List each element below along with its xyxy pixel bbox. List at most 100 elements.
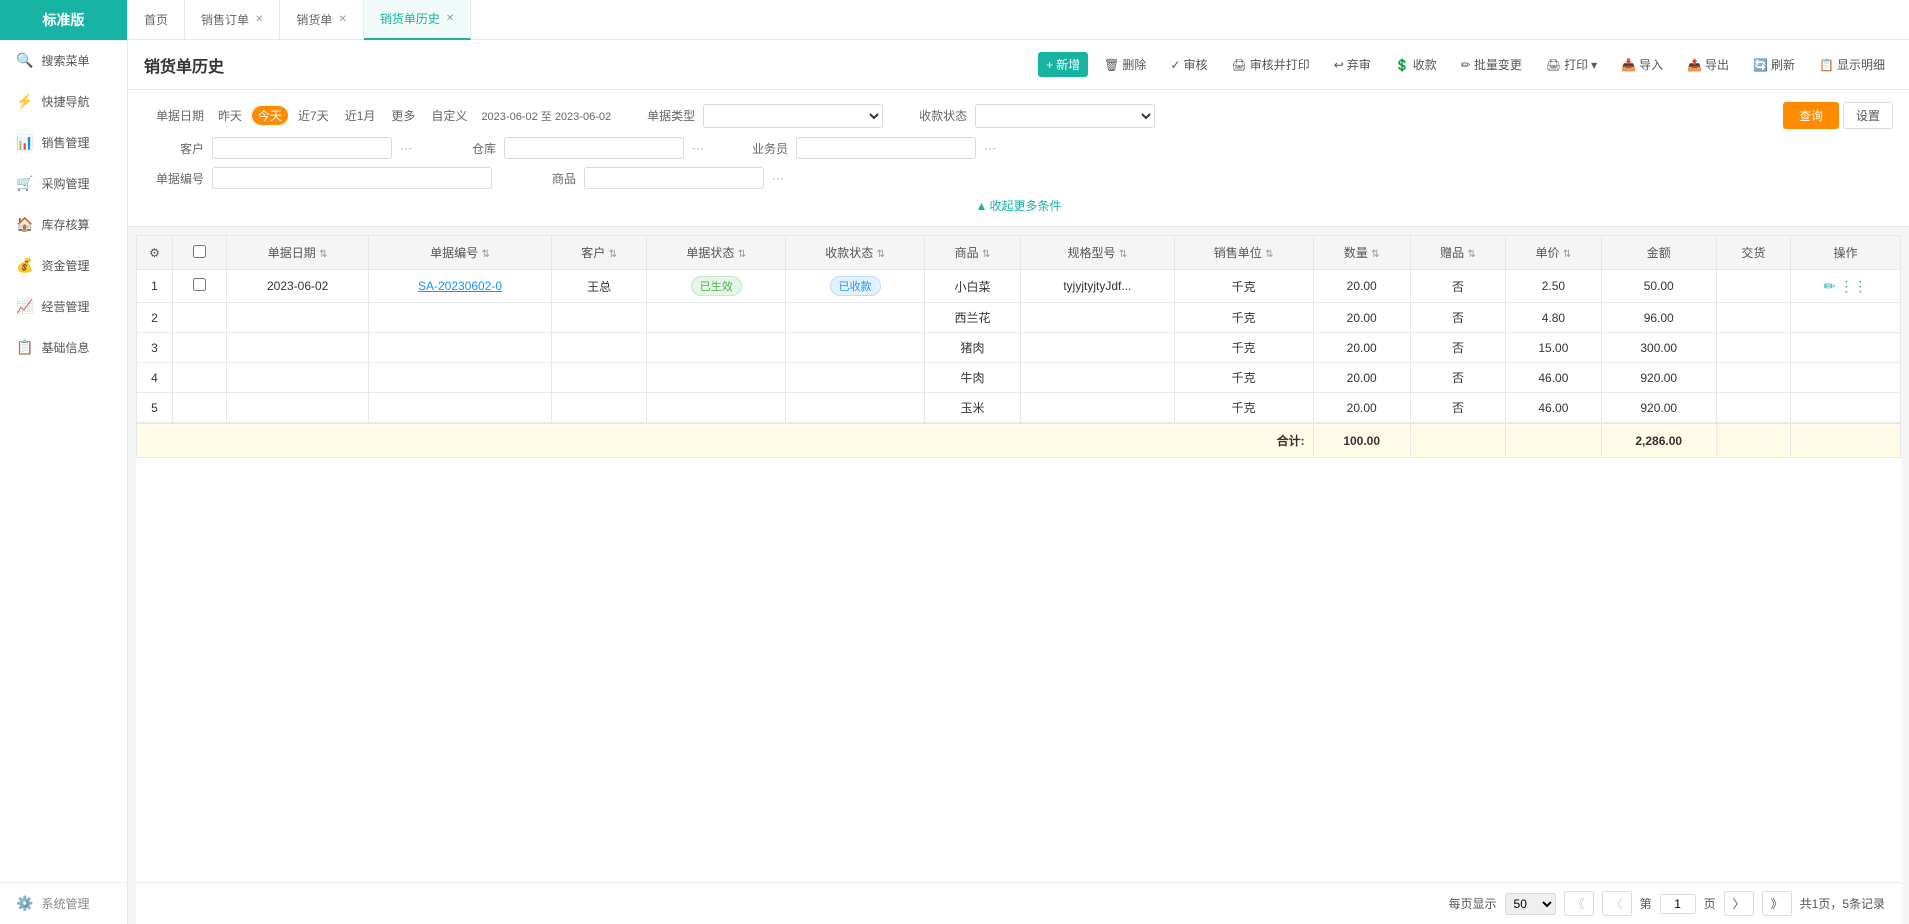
sidebar-item-finance-mgmt[interactable]: 💰 资金管理: [0, 245, 127, 286]
filter-payment-status-select[interactable]: [975, 104, 1155, 128]
row-spec-type-2: [1020, 333, 1174, 363]
filter-warehouse-input[interactable]: [504, 137, 684, 159]
col-doc-no-sort[interactable]: ⇅: [481, 249, 489, 260]
filter-product-input[interactable]: [584, 167, 764, 189]
col-unit-price[interactable]: 单价 ⇅: [1506, 236, 1601, 270]
tab-sales-history[interactable]: 销货单历史 ✕: [364, 0, 471, 40]
col-payment-status[interactable]: 收款状态 ⇅: [786, 236, 925, 270]
col-doc-status[interactable]: 单据状态 ⇅: [647, 236, 786, 270]
sidebar-item-quick-nav[interactable]: ⚡ 快捷导航: [0, 81, 127, 122]
refresh-button[interactable]: 🔄 刷新: [1745, 52, 1803, 77]
batch-change-button[interactable]: ✏ 批量变更: [1453, 52, 1530, 77]
col-doc-date[interactable]: 单据日期 ⇅: [227, 236, 369, 270]
sidebar-item-search-menu[interactable]: 🔍 搜索菜单: [0, 40, 127, 81]
export-button[interactable]: 📤 导出: [1679, 52, 1737, 77]
row-gift-1: 否: [1410, 303, 1505, 333]
col-gift[interactable]: 赠品 ⇅: [1410, 236, 1505, 270]
review-icon: ✓: [1170, 58, 1180, 72]
filter-warehouse-dots[interactable]: ···: [692, 141, 704, 155]
sidebar-item-sales-mgmt[interactable]: 📊 销售管理: [0, 122, 127, 163]
col-quantity[interactable]: 数量 ⇅: [1313, 236, 1410, 270]
col-payment-status-sort[interactable]: ⇅: [877, 249, 885, 260]
more-icon[interactable]: ⋮⋮: [1839, 278, 1867, 295]
filter-salesperson-dots[interactable]: ···: [984, 141, 996, 155]
per-page-select[interactable]: 50 100 200: [1505, 893, 1556, 915]
row-checkbox-2[interactable]: [173, 333, 227, 363]
col-amount[interactable]: 金额: [1601, 236, 1716, 270]
shortcut-yesterday[interactable]: 昨天: [212, 106, 248, 125]
col-sales-unit[interactable]: 销售单位 ⇅: [1174, 236, 1313, 270]
shortcut-more[interactable]: 更多: [385, 106, 421, 125]
tab-home[interactable]: 首页: [128, 0, 185, 40]
filter-doc-no-input[interactable]: [212, 167, 492, 189]
tab-sales-delivery-close[interactable]: ✕: [338, 14, 346, 25]
collect-button[interactable]: 💲 收款: [1387, 52, 1445, 77]
col-unit-price-sort[interactable]: ⇅: [1563, 249, 1571, 260]
filter-doc-type-select[interactable]: [703, 104, 883, 128]
row-doc-no-0[interactable]: SA-20230602-0: [369, 270, 552, 303]
sidebar-item-basic-info[interactable]: 📋 基础信息: [0, 327, 127, 368]
query-button[interactable]: 查询: [1783, 102, 1839, 129]
delete-button[interactable]: 🗑 删除: [1096, 52, 1154, 77]
tab-sales-order[interactable]: 销售订单 ✕: [185, 0, 280, 40]
filter-product-dots[interactable]: ···: [772, 171, 784, 185]
import-button[interactable]: 📥 导入: [1613, 52, 1671, 77]
sidebar-item-sys-mgmt[interactable]: ⚙️ 系统管理: [0, 883, 127, 924]
col-sales-unit-sort[interactable]: ⇅: [1265, 249, 1273, 260]
col-spec-type[interactable]: 规格型号 ⇅: [1020, 236, 1174, 270]
print-button[interactable]: 🖨 打印 ▾: [1538, 52, 1605, 77]
col-product[interactable]: 商品 ⇅: [925, 236, 1021, 270]
add-label: 新增: [1056, 56, 1080, 73]
row-checkbox-3[interactable]: [173, 363, 227, 393]
select-all-checkbox[interactable]: [193, 245, 206, 258]
col-doc-status-sort[interactable]: ⇅: [738, 249, 746, 260]
col-settings[interactable]: ⚙: [137, 236, 173, 270]
edit-icon[interactable]: ✏: [1824, 278, 1836, 295]
tab-sales-delivery[interactable]: 销货单 ✕: [280, 0, 363, 40]
show-detail-button[interactable]: 📋 显示明细: [1811, 52, 1893, 77]
col-doc-no[interactable]: 单据编号 ⇅: [369, 236, 552, 270]
shortcut-today[interactable]: 今天: [252, 106, 288, 125]
filter-salesperson-input[interactable]: [796, 137, 976, 159]
date-shortcuts: 昨天 今天 近7天 近1月 更多 自定义: [212, 106, 473, 125]
sidebar-item-label: 基础信息: [41, 339, 89, 356]
first-page-button[interactable]: 《: [1564, 891, 1594, 916]
sidebar-item-purchase-mgmt[interactable]: 🛒 采购管理: [0, 163, 127, 204]
row-checkbox-1[interactable]: [173, 303, 227, 333]
add-button[interactable]: + 新增: [1038, 52, 1088, 77]
col-quantity-sort[interactable]: ⇅: [1371, 249, 1379, 260]
col-product-sort[interactable]: ⇅: [982, 249, 990, 260]
col-doc-date-sort[interactable]: ⇅: [319, 249, 327, 260]
col-transaction[interactable]: 交货: [1716, 236, 1790, 270]
row-checkbox-0[interactable]: [173, 270, 227, 303]
filter-customer-input[interactable]: [212, 137, 392, 159]
sidebar-item-inventory-calc[interactable]: 🏠 库存核算: [0, 204, 127, 245]
tab-home-label: 首页: [144, 11, 168, 28]
col-checkbox[interactable]: [173, 236, 227, 270]
review-button[interactable]: ✓ 审核: [1162, 52, 1215, 77]
tab-sales-order-close[interactable]: ✕: [255, 14, 263, 25]
col-spec-type-sort[interactable]: ⇅: [1119, 249, 1127, 260]
sidebar-item-operations-mgmt[interactable]: 📈 经营管理: [0, 286, 127, 327]
row-product-2: 猪肉: [925, 333, 1021, 363]
shortcut-last1month[interactable]: 近1月: [339, 106, 382, 125]
col-customer-sort[interactable]: ⇅: [609, 249, 617, 260]
filter-customer-dots[interactable]: ···: [400, 141, 412, 155]
col-gift-sort[interactable]: ⇅: [1467, 249, 1475, 260]
row-checkbox-4[interactable]: [173, 393, 227, 424]
next-page-button[interactable]: 〉: [1724, 891, 1754, 916]
shortcut-custom[interactable]: 自定义: [425, 106, 473, 125]
review-print-button[interactable]: 🖨 审核并打印: [1223, 52, 1317, 77]
col-sales-unit-label: 销售单位: [1214, 246, 1262, 260]
tab-sales-history-close[interactable]: ✕: [446, 13, 454, 24]
prev-page-button[interactable]: 〈: [1602, 891, 1632, 916]
abandon-button[interactable]: ↩ 弃审: [1326, 52, 1379, 77]
table-row: 1 2023-06-02 SA-20230602-0 王总 已生效 已收款 小白…: [137, 270, 1901, 303]
shortcut-last7days[interactable]: 近7天: [292, 106, 335, 125]
row-gift-0: 否: [1410, 270, 1505, 303]
settings-button[interactable]: 设置: [1843, 102, 1893, 129]
col-customer[interactable]: 客户 ⇅: [551, 236, 646, 270]
last-page-button[interactable]: 》: [1762, 891, 1792, 916]
page-num-input[interactable]: [1660, 894, 1696, 914]
collapse-btn[interactable]: ▲ 收起更多条件: [144, 197, 1893, 214]
